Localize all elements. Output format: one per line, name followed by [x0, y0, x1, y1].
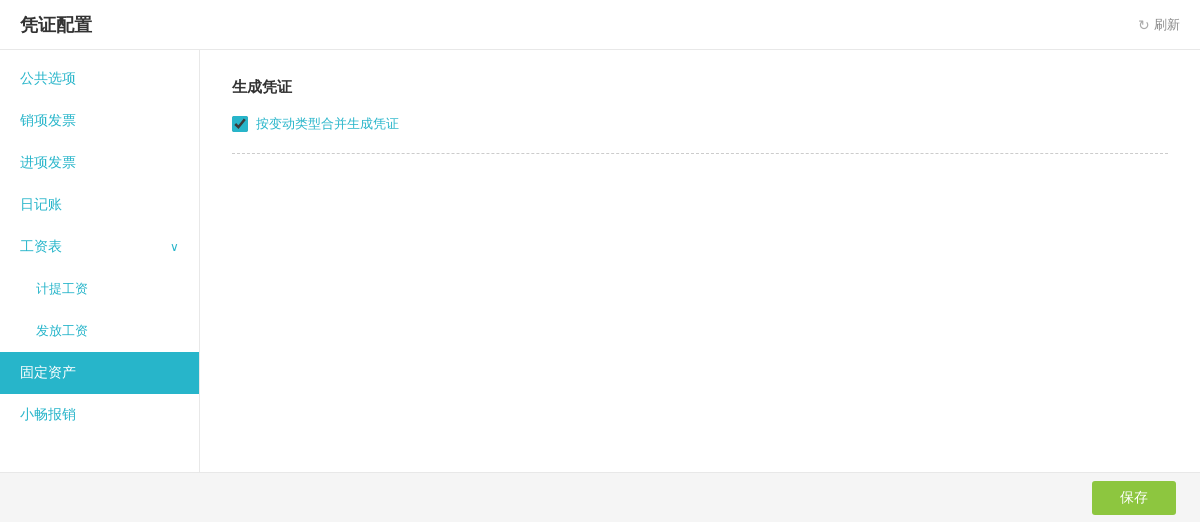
checkbox-row: 按变动类型合并生成凭证	[232, 115, 1168, 133]
sidebar-item-fixed-assets[interactable]: 固定资产	[0, 352, 199, 394]
save-button[interactable]: 保存	[1092, 481, 1176, 515]
sidebar-item-label: 销项发票	[20, 112, 76, 130]
sidebar-item-journal[interactable]: 日记账	[0, 184, 199, 226]
page-header: 凭证配置 ↻ 刷新	[0, 0, 1200, 50]
sidebar-item-label: 计提工资	[36, 280, 88, 298]
sidebar-item-sales-invoice[interactable]: 销项发票	[0, 100, 199, 142]
merge-by-type-checkbox[interactable]	[232, 116, 248, 132]
content-area: 生成凭证 按变动类型合并生成凭证	[200, 50, 1200, 472]
sidebar-item-label: 发放工资	[36, 322, 88, 340]
sidebar-item-payroll-table[interactable]: 工资表 ∨	[0, 226, 199, 268]
sidebar-item-purchase-invoice[interactable]: 进项发票	[0, 142, 199, 184]
sidebar-item-public-options[interactable]: 公共选项	[0, 58, 199, 100]
sidebar-item-pay-salary[interactable]: 发放工资	[0, 310, 199, 352]
refresh-button[interactable]: ↻ 刷新	[1138, 16, 1180, 34]
section-title: 生成凭证	[232, 78, 1168, 97]
sidebar-item-expense-claim[interactable]: 小畅报销	[0, 394, 199, 436]
sidebar-item-label: 小畅报销	[20, 406, 76, 424]
checkbox-label[interactable]: 按变动类型合并生成凭证	[256, 115, 399, 133]
sidebar-item-label: 日记账	[20, 196, 62, 214]
sidebar-item-calc-salary[interactable]: 计提工资	[0, 268, 199, 310]
page-title: 凭证配置	[20, 13, 92, 37]
sidebar-item-label: 固定资产	[20, 364, 76, 382]
page-footer: 保存	[0, 472, 1200, 522]
sidebar-item-label: 进项发票	[20, 154, 76, 172]
refresh-label: 刷新	[1154, 16, 1180, 34]
sidebar-item-label: 公共选项	[20, 70, 76, 88]
main-content: 公共选项销项发票进项发票日记账工资表 ∨ 计提工资发放工资固定资产小畅报销 生成凭证…	[0, 50, 1200, 472]
sidebar: 公共选项销项发票进项发票日记账工资表 ∨ 计提工资发放工资固定资产小畅报销	[0, 50, 200, 472]
sidebar-item-label: 工资表	[20, 238, 62, 256]
refresh-icon: ↻	[1138, 17, 1150, 33]
section-divider	[232, 153, 1168, 154]
chevron-down-icon: ∨	[170, 240, 179, 254]
